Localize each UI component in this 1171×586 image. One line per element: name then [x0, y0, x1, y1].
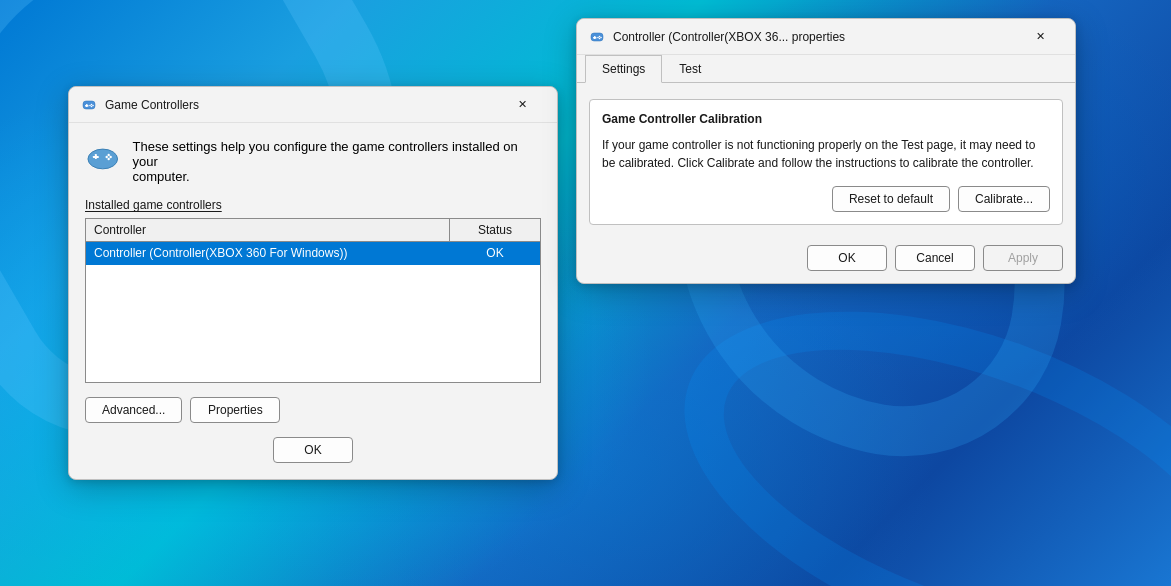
table-row[interactable]: Controller (Controller(XBOX 360 For Wind… — [86, 242, 540, 265]
gc-description: These settings help you configure the ga… — [133, 139, 541, 184]
svg-rect-16 — [593, 37, 597, 39]
col-status-header: Status — [450, 219, 540, 241]
props-apply-button[interactable]: Apply — [983, 245, 1063, 271]
installed-label: Installed game controllers — [85, 198, 541, 212]
game-controllers-window: Game Controllers ✕ These settings help y… — [68, 86, 558, 480]
svg-point-3 — [91, 103, 93, 105]
controller-props-title: Controller (Controller(XBOX 36... proper… — [613, 30, 1017, 44]
props-bottom-buttons: OK Cancel Apply — [577, 237, 1075, 283]
controller-name-cell: Controller (Controller(XBOX 360 For Wind… — [86, 242, 450, 264]
svg-point-12 — [107, 158, 109, 160]
controller-props-close-button[interactable]: ✕ — [1017, 21, 1063, 53]
game-controllers-body: These settings help you configure the ga… — [69, 123, 557, 479]
table-header-row: Controller Status — [86, 219, 540, 242]
advanced-button[interactable]: Advanced... — [85, 397, 182, 423]
controllers-table-container: Controller Status Controller (Controller… — [85, 218, 541, 383]
svg-point-11 — [109, 156, 111, 158]
col-controller-header: Controller — [86, 219, 450, 241]
table-data-area[interactable]: Controller (Controller(XBOX 360 For Wind… — [86, 242, 540, 382]
gc-action-buttons: Advanced... Properties — [85, 397, 541, 423]
svg-rect-2 — [85, 105, 89, 107]
game-controllers-titlebar: Game Controllers ✕ — [69, 87, 557, 123]
controller-props-tabs: Settings Test — [577, 55, 1075, 83]
gc-ok-row: OK — [85, 437, 541, 463]
tab-settings[interactable]: Settings — [585, 55, 662, 83]
calibration-description: If your game controller is not functioni… — [602, 136, 1050, 172]
gc-header: These settings help you configure the ga… — [85, 139, 541, 184]
svg-point-20 — [597, 36, 599, 38]
gamepad-large-icon — [85, 139, 121, 175]
controller-status-cell: OK — [450, 242, 540, 264]
props-cancel-button[interactable]: Cancel — [895, 245, 975, 271]
game-controllers-titlebar-controls: ✕ — [499, 89, 545, 121]
calibration-box: Game Controller Calibration If your game… — [589, 99, 1063, 225]
calibration-buttons: Reset to default Calibrate... — [602, 186, 1050, 212]
svg-point-5 — [91, 105, 93, 107]
svg-point-17 — [599, 35, 601, 37]
svg-point-7 — [88, 149, 118, 169]
controller-props-titlebar: Controller (Controller(XBOX 36... proper… — [577, 19, 1075, 55]
controller-props-titlebar-controls: ✕ — [1017, 21, 1063, 53]
controller-props-icon — [589, 29, 605, 45]
gc-ok-button[interactable]: OK — [273, 437, 353, 463]
svg-point-19 — [599, 37, 601, 39]
controller-properties-window: Controller (Controller(XBOX 36... proper… — [576, 18, 1076, 284]
gamepad-icon — [81, 97, 97, 113]
properties-button[interactable]: Properties — [190, 397, 280, 423]
svg-point-18 — [600, 36, 602, 38]
calibrate-button[interactable]: Calibrate... — [958, 186, 1050, 212]
tab-test[interactable]: Test — [662, 55, 718, 83]
reset-to-default-button[interactable]: Reset to default — [832, 186, 950, 212]
game-controllers-title: Game Controllers — [105, 98, 499, 112]
calibration-title: Game Controller Calibration — [602, 112, 1050, 126]
controller-props-body: Game Controller Calibration If your game… — [577, 91, 1075, 225]
svg-rect-9 — [93, 156, 99, 158]
game-controllers-close-button[interactable]: ✕ — [499, 89, 545, 121]
svg-point-4 — [92, 104, 94, 106]
svg-point-10 — [107, 154, 109, 156]
props-ok-button[interactable]: OK — [807, 245, 887, 271]
svg-point-13 — [106, 156, 108, 158]
svg-point-6 — [89, 104, 91, 106]
